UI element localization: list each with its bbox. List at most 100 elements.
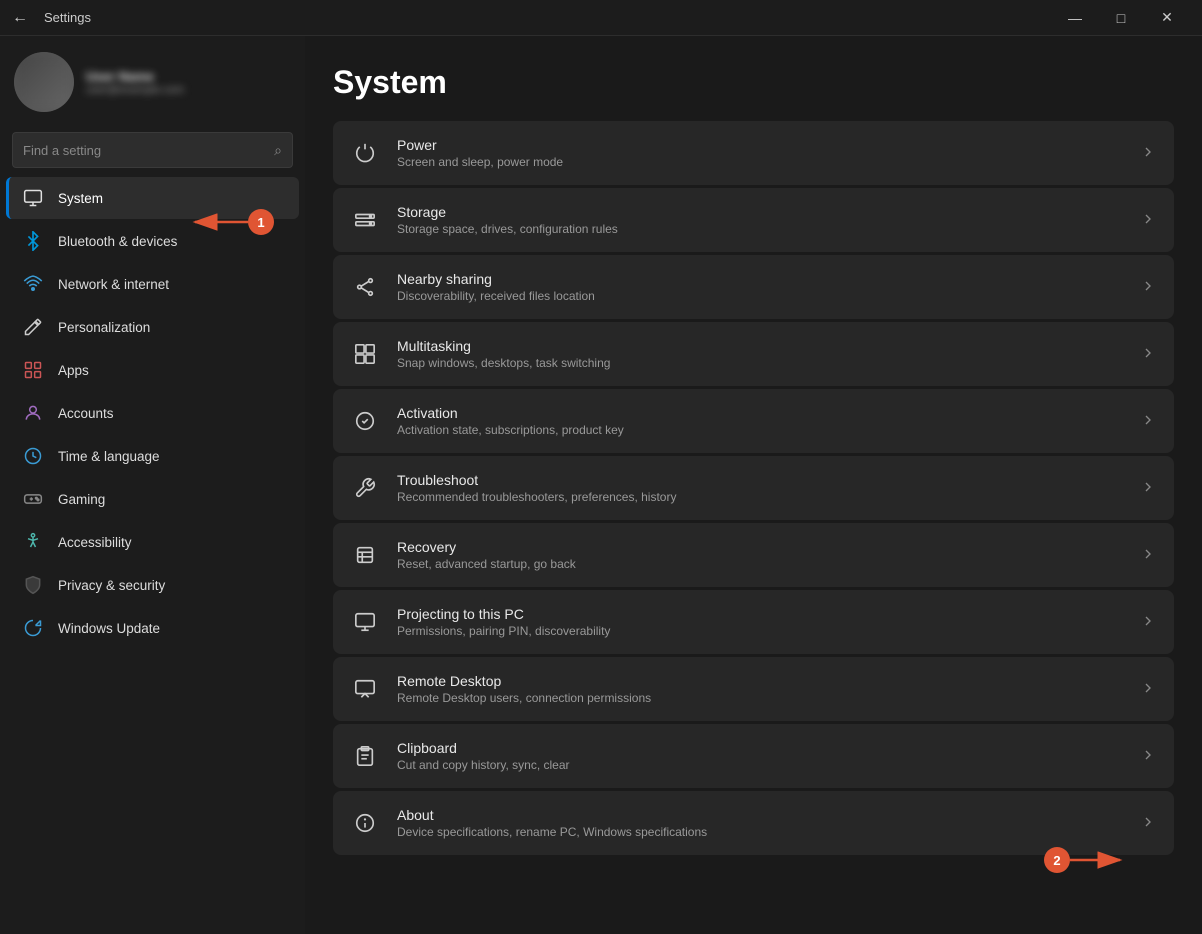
titlebar: ← Settings — □ ✕: [0, 0, 1202, 36]
about-icon: [351, 809, 379, 837]
gaming-icon: [22, 488, 44, 510]
sidebar-item-label-accessibility: Accessibility: [58, 535, 132, 550]
titlebar-left: ← Settings: [12, 9, 91, 27]
settings-list: PowerScreen and sleep, power mode Storage…: [333, 121, 1174, 855]
sidebar-item-accessibility[interactable]: Accessibility: [6, 521, 299, 563]
multitasking-text: Multitasking Snap windows, desktops, task…: [397, 338, 1122, 370]
remote-desktop-chevron: [1140, 680, 1156, 699]
power-text: PowerScreen and sleep, power mode: [397, 137, 1122, 169]
update-icon: [22, 617, 44, 639]
sidebar-item-accounts[interactable]: Accounts: [6, 392, 299, 434]
clipboard-desc: Cut and copy history, sync, clear: [397, 758, 1122, 772]
troubleshoot-text: TroubleshootRecommended troubleshooters,…: [397, 472, 1122, 504]
sidebar: User Name user@example.com ⌕ System Bluet…: [0, 36, 305, 934]
settings-item-clipboard[interactable]: Clipboard Cut and copy history, sync, cle…: [333, 724, 1174, 788]
recovery-chevron: [1140, 546, 1156, 565]
clipboard-chevron: [1140, 747, 1156, 766]
sidebar-item-personalization[interactable]: Personalization: [6, 306, 299, 348]
nearby-sharing-title: Nearby sharing: [397, 271, 1122, 287]
bluetooth-icon: [22, 230, 44, 252]
sidebar-item-label-gaming: Gaming: [58, 492, 105, 507]
sidebar-item-privacy[interactable]: Privacy & security: [6, 564, 299, 606]
troubleshoot-icon: [351, 474, 379, 502]
app-body: User Name user@example.com ⌕ System Bluet…: [0, 36, 1202, 934]
nearby-sharing-desc: Discoverability, received files location: [397, 289, 1122, 303]
system-icon: [22, 187, 44, 209]
remote-desktop-desc: Remote Desktop users, connection permiss…: [397, 691, 1122, 705]
sidebar-item-label-bluetooth: Bluetooth & devices: [58, 234, 177, 249]
maximize-button[interactable]: □: [1098, 2, 1144, 34]
sidebar-item-label-accounts: Accounts: [58, 406, 114, 421]
content-area: System PowerScreen and sleep, power mode…: [305, 36, 1202, 934]
multitasking-title: Multitasking: [397, 338, 1122, 354]
settings-item-remote-desktop[interactable]: Remote Desktop Remote Desktop users, conn…: [333, 657, 1174, 721]
recovery-text: Recovery Reset, advanced startup, go back: [397, 539, 1122, 571]
sidebar-item-label-network: Network & internet: [58, 277, 169, 292]
sidebar-item-time[interactable]: Time & language: [6, 435, 299, 477]
settings-item-nearby-sharing[interactable]: Nearby sharing Discoverability, received …: [333, 255, 1174, 319]
sidebar-item-network[interactable]: Network & internet: [6, 263, 299, 305]
projecting-text: Projecting to this PCPermissions, pairin…: [397, 606, 1122, 638]
search-icon: ⌕: [274, 142, 282, 159]
recovery-desc: Reset, advanced startup, go back: [397, 557, 1122, 571]
clipboard-icon: [351, 742, 379, 770]
storage-desc: Storage space, drives, configuration rul…: [397, 222, 1122, 236]
projecting-title: Projecting to this PC: [397, 606, 1122, 622]
sidebar-item-system[interactable]: System: [6, 177, 299, 219]
sidebar-item-update[interactable]: Windows Update: [6, 607, 299, 649]
activation-icon: [351, 407, 379, 435]
nearby-sharing-icon: [351, 273, 379, 301]
power-title: Power: [397, 137, 1122, 153]
search-input[interactable]: [23, 143, 274, 158]
apps-icon: [22, 359, 44, 381]
sidebar-item-gaming[interactable]: Gaming: [6, 478, 299, 520]
multitasking-chevron: [1140, 345, 1156, 364]
projecting-icon: [351, 608, 379, 636]
recovery-icon: [351, 541, 379, 569]
storage-text: StorageStorage space, drives, configurat…: [397, 204, 1122, 236]
accessibility-icon: [22, 531, 44, 553]
activation-text: ActivationActivation state, subscription…: [397, 405, 1122, 437]
sidebar-item-label-update: Windows Update: [58, 621, 160, 636]
sidebar-item-bluetooth[interactable]: Bluetooth & devices: [6, 220, 299, 262]
settings-item-recovery[interactable]: Recovery Reset, advanced startup, go back: [333, 523, 1174, 587]
sidebar-item-label-apps: Apps: [58, 363, 89, 378]
sidebar-nav: System Bluetooth & devices Network & inter…: [0, 176, 305, 650]
clipboard-text: Clipboard Cut and copy history, sync, cle…: [397, 740, 1122, 772]
settings-item-activation[interactable]: ActivationActivation state, subscription…: [333, 389, 1174, 453]
network-icon: [22, 273, 44, 295]
multitasking-desc: Snap windows, desktops, task switching: [397, 356, 1122, 370]
about-chevron: [1140, 814, 1156, 833]
settings-item-power[interactable]: PowerScreen and sleep, power mode: [333, 121, 1174, 185]
settings-item-about[interactable]: AboutDevice specifications, rename PC, W…: [333, 791, 1174, 855]
power-chevron: [1140, 144, 1156, 163]
settings-item-multitasking[interactable]: Multitasking Snap windows, desktops, task…: [333, 322, 1174, 386]
sidebar-item-apps[interactable]: Apps: [6, 349, 299, 391]
user-email: user@example.com: [86, 84, 184, 96]
page-title: System: [333, 64, 1174, 101]
privacy-icon: [22, 574, 44, 596]
troubleshoot-title: Troubleshoot: [397, 472, 1122, 488]
back-button[interactable]: ←: [12, 9, 28, 27]
sidebar-item-label-privacy: Privacy & security: [58, 578, 165, 593]
nearby-sharing-chevron: [1140, 278, 1156, 297]
titlebar-controls: — □ ✕: [1052, 2, 1190, 34]
remote-desktop-icon: [351, 675, 379, 703]
sidebar-item-label-time: Time & language: [58, 449, 160, 464]
about-desc: Device specifications, rename PC, Window…: [397, 825, 1122, 839]
recovery-title: Recovery: [397, 539, 1122, 555]
avatar: [14, 52, 74, 112]
storage-icon: [351, 206, 379, 234]
user-name: User Name: [86, 69, 184, 84]
search-box[interactable]: ⌕: [12, 132, 293, 168]
sidebar-item-label-system: System: [58, 191, 103, 206]
clipboard-title: Clipboard: [397, 740, 1122, 756]
settings-item-troubleshoot[interactable]: TroubleshootRecommended troubleshooters,…: [333, 456, 1174, 520]
settings-item-projecting[interactable]: Projecting to this PCPermissions, pairin…: [333, 590, 1174, 654]
settings-item-storage[interactable]: StorageStorage space, drives, configurat…: [333, 188, 1174, 252]
minimize-button[interactable]: —: [1052, 2, 1098, 34]
remote-desktop-title: Remote Desktop: [397, 673, 1122, 689]
close-button[interactable]: ✕: [1144, 2, 1190, 34]
activation-desc: Activation state, subscriptions, product…: [397, 423, 1122, 437]
troubleshoot-chevron: [1140, 479, 1156, 498]
